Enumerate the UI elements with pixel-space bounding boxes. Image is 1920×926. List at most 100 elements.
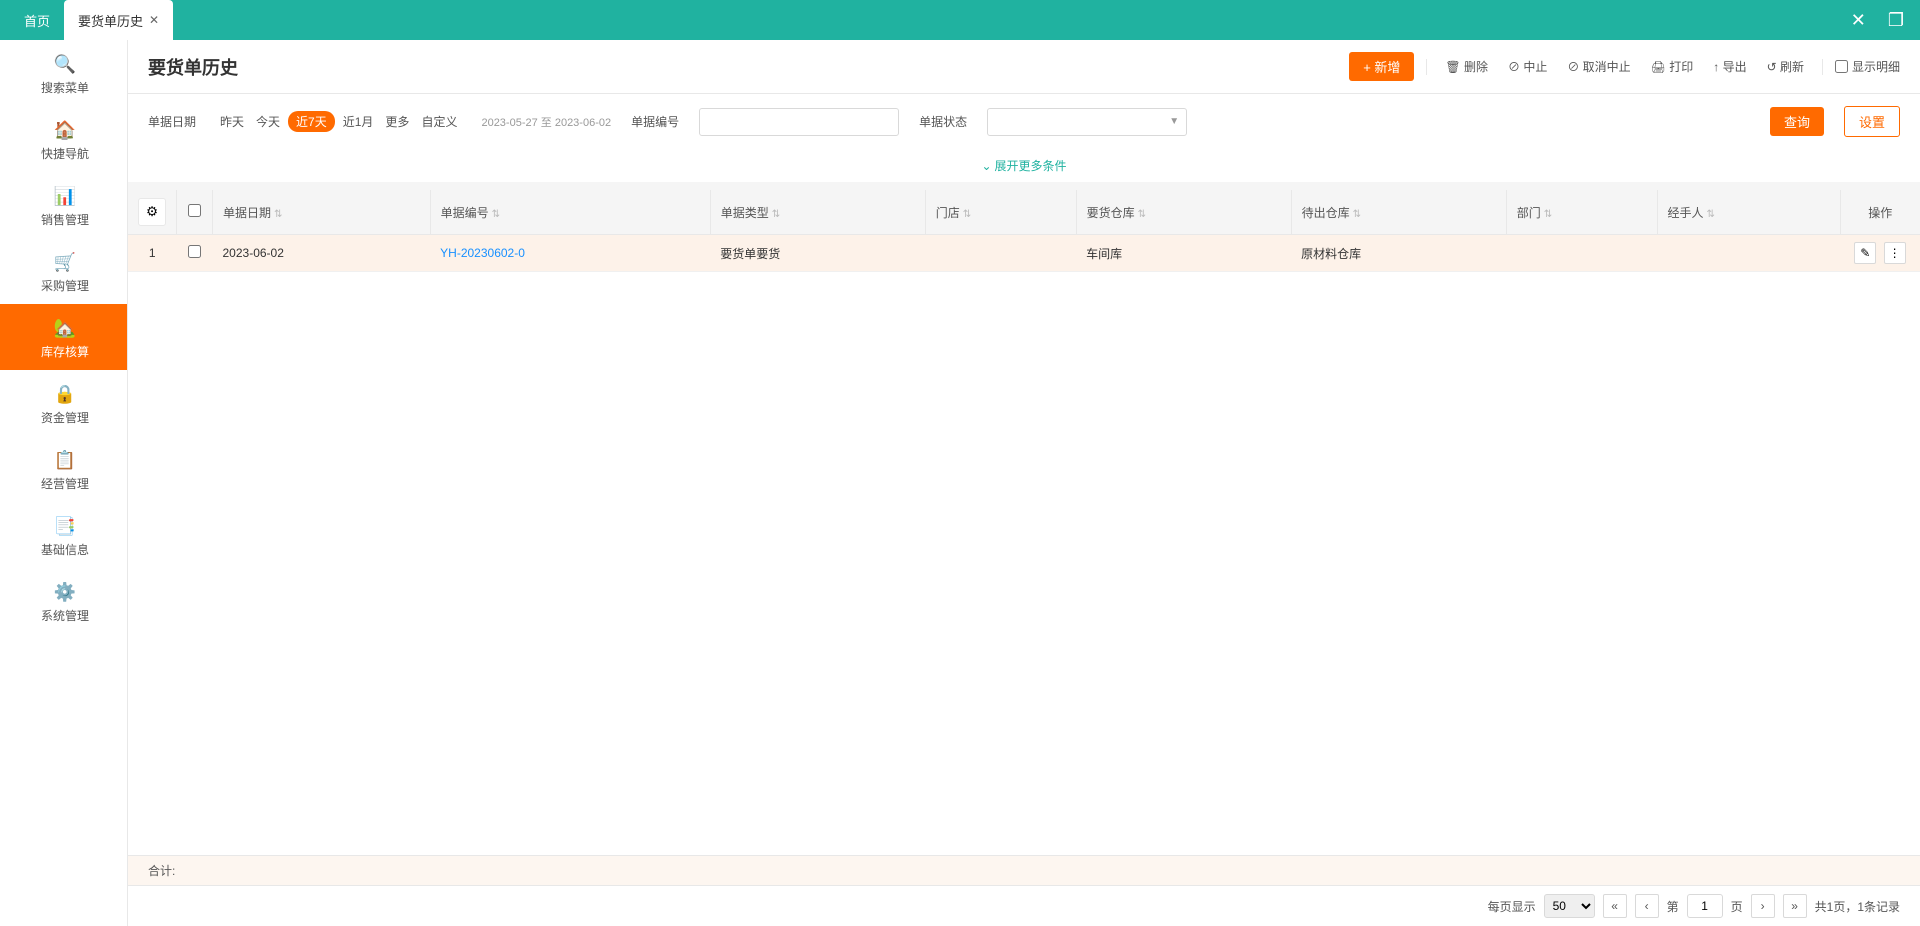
filter-area: 单据日期 昨天 今天 近7天 近1月 更多 自定义 2023-05-27 至 2… [128, 94, 1920, 182]
expand-more-icon: ⌄ [981, 159, 991, 173]
date-btn-today[interactable]: 今天 [252, 111, 284, 132]
page-number-input[interactable] [1687, 894, 1723, 918]
finance-mgmt-icon: 🔒 [54, 384, 76, 405]
sidebar-item-search-menu[interactable]: 🔍 搜索菜单 [0, 40, 127, 106]
col-settings: ⚙ [128, 190, 177, 235]
row-delete-button[interactable]: ⋮ [1884, 242, 1906, 264]
toolbar: + 新增 🗑 删除 ⊘ 中止 ⊘ 取消中止 🖨 打印 ↑ 导出 ↺ 刷新 显示明… [1349, 52, 1900, 93]
next-page-btn[interactable]: › [1751, 894, 1775, 918]
first-page-btn[interactable]: « [1603, 894, 1627, 918]
col-pending-warehouse[interactable]: 待出仓库⇅ [1291, 190, 1506, 235]
col-req-warehouse[interactable]: 要货仓库⇅ [1076, 190, 1291, 235]
row-checkbox[interactable] [188, 245, 201, 258]
date-btn-7days[interactable]: 近7天 [288, 111, 335, 132]
col-doc-no[interactable]: 单据编号⇅ [430, 190, 710, 235]
top-bar: 首页 要货单历史 ✕ ✕ ❐ [0, 0, 1920, 40]
delete-button[interactable]: 🗑 删除 [1439, 54, 1494, 79]
date-btn-custom[interactable]: 自定义 [417, 111, 461, 132]
new-button[interactable]: + 新增 [1349, 52, 1414, 81]
cancel-stop-button[interactable]: ⊘ 取消中止 [1561, 54, 1636, 79]
sort-doc-date-icon: ⇅ [274, 209, 282, 220]
sidebar: 🔍 搜索菜单 🏠 快捷导航 📊 销售管理 🛒 采购管理 🏡 库存核算 🔒 资金管… [0, 40, 128, 926]
export-button[interactable]: ↑ 导出 [1707, 54, 1752, 79]
sidebar-item-inventory-calc[interactable]: 🏡 库存核算 [0, 304, 127, 370]
go-to-label: 第 [1667, 898, 1679, 915]
quick-nav-icon: 🏠 [54, 120, 76, 141]
stop-button[interactable]: ⊘ 中止 [1502, 54, 1553, 79]
sales-mgmt-icon: 📊 [54, 186, 76, 207]
sidebar-item-operations-mgmt[interactable]: 📋 经营管理 [0, 436, 127, 502]
tab-close-icon[interactable]: ✕ [149, 13, 159, 27]
cell-doc-no: YH-20230602-0 [430, 235, 710, 272]
row-edit-button[interactable]: ✎ [1854, 242, 1876, 264]
doc-no-label: 单据编号 [631, 113, 679, 130]
col-dept[interactable]: 部门⇅ [1506, 190, 1657, 235]
operations-mgmt-icon: 📋 [54, 450, 76, 471]
col-handler[interactable]: 经手人⇅ [1657, 190, 1840, 235]
toolbar-divider [1426, 59, 1427, 75]
query-button[interactable]: 查询 [1770, 107, 1824, 136]
doc-no-input[interactable] [699, 108, 899, 136]
cell-store [925, 235, 1076, 272]
page-unit-label: 页 [1731, 898, 1743, 915]
cell-checkbox [177, 235, 213, 272]
cell-handler [1657, 235, 1840, 272]
expand-more-btn[interactable]: ⌄ 展开更多条件 [148, 149, 1900, 182]
display-detail-toggle[interactable]: 显示明细 [1835, 58, 1900, 75]
search-menu-icon: 🔍 [54, 54, 76, 75]
prev-page-btn[interactable]: ‹ [1635, 894, 1659, 918]
data-table: ⚙ 单据日期⇅ 单据编号⇅ 单据类型⇅ [128, 190, 1920, 272]
col-store[interactable]: 门店⇅ [925, 190, 1076, 235]
pagination-area: 每页显示 10 20 50 100 « ‹ 第 页 › » 共1页，1条记录 [128, 885, 1920, 926]
table-area: ⚙ 单据日期⇅ 单据编号⇅ 单据类型⇅ [128, 190, 1920, 855]
sidebar-item-label: 资金管理 [41, 409, 89, 426]
status-label: 单据状态 [919, 113, 967, 130]
page-title: 要货单历史 [148, 54, 238, 92]
purchase-mgmt-icon: 🛒 [54, 252, 76, 273]
cell-dept [1506, 235, 1657, 272]
sidebar-item-sales-mgmt[interactable]: 📊 销售管理 [0, 172, 127, 238]
print-button[interactable]: 🖨 打印 [1645, 54, 1700, 79]
col-doc-type[interactable]: 单据类型⇅ [710, 190, 925, 235]
status-select[interactable] [987, 108, 1187, 136]
window-close-btn[interactable]: ✕ [1845, 8, 1872, 33]
doc-no-link[interactable]: YH-20230602-0 [440, 246, 525, 260]
sidebar-item-quick-nav[interactable]: 🏠 快捷导航 [0, 106, 127, 172]
date-range-text: 2023-05-27 至 2023-06-02 [481, 114, 611, 130]
sort-req-warehouse-icon: ⇅ [1138, 209, 1146, 220]
sidebar-item-label: 快捷导航 [41, 145, 89, 162]
refresh-button[interactable]: ↺ 刷新 [1761, 54, 1810, 79]
settings-button[interactable]: 设置 [1844, 106, 1900, 137]
sidebar-item-label: 销售管理 [41, 211, 89, 228]
main-content: 要货单历史 + 新增 🗑 删除 ⊘ 中止 ⊘ 取消中止 🖨 打印 ↑ 导出 ↺ … [128, 40, 1920, 926]
window-restore-btn[interactable]: ❐ [1882, 8, 1910, 33]
sort-pending-warehouse-icon: ⇅ [1353, 209, 1361, 220]
date-btn-more[interactable]: 更多 [381, 111, 413, 132]
date-btn-yesterday[interactable]: 昨天 [216, 111, 248, 132]
tab-home[interactable]: 首页 [10, 0, 64, 40]
sidebar-item-label: 基础信息 [41, 541, 89, 558]
sidebar-item-purchase-mgmt[interactable]: 🛒 采购管理 [0, 238, 127, 304]
basic-info-icon: 📑 [54, 516, 76, 537]
sidebar-item-basic-info[interactable]: 📑 基础信息 [0, 502, 127, 568]
sort-doc-type-icon: ⇅ [772, 209, 780, 220]
col-doc-date[interactable]: 单据日期⇅ [213, 190, 431, 235]
col-actions: 操作 [1840, 190, 1920, 235]
cell-req-warehouse: 车间库 [1076, 235, 1291, 272]
display-detail-checkbox[interactable] [1835, 60, 1848, 73]
cell-doc-date: 2023-06-02 [213, 235, 431, 272]
sidebar-item-finance-mgmt[interactable]: 🔒 资金管理 [0, 370, 127, 436]
last-page-btn[interactable]: » [1783, 894, 1807, 918]
sidebar-item-system-mgmt[interactable]: ⚙️ 系统管理 [0, 568, 127, 634]
select-all-checkbox[interactable] [188, 204, 201, 217]
col-checkbox [177, 190, 213, 235]
tab-requisition-history[interactable]: 要货单历史 ✕ [64, 0, 173, 40]
cell-index: 1 [128, 235, 177, 272]
date-btn-1month[interactable]: 近1月 [339, 111, 378, 132]
sort-store-icon: ⇅ [963, 209, 971, 220]
sidebar-item-label: 库存核算 [41, 343, 89, 360]
page-size-select[interactable]: 10 20 50 100 [1544, 894, 1595, 918]
table-gear-button[interactable]: ⚙ [138, 198, 166, 226]
status-select-wrapper: ▼ [987, 108, 1187, 136]
filter-row: 单据日期 昨天 今天 近7天 近1月 更多 自定义 2023-05-27 至 2… [148, 106, 1900, 149]
